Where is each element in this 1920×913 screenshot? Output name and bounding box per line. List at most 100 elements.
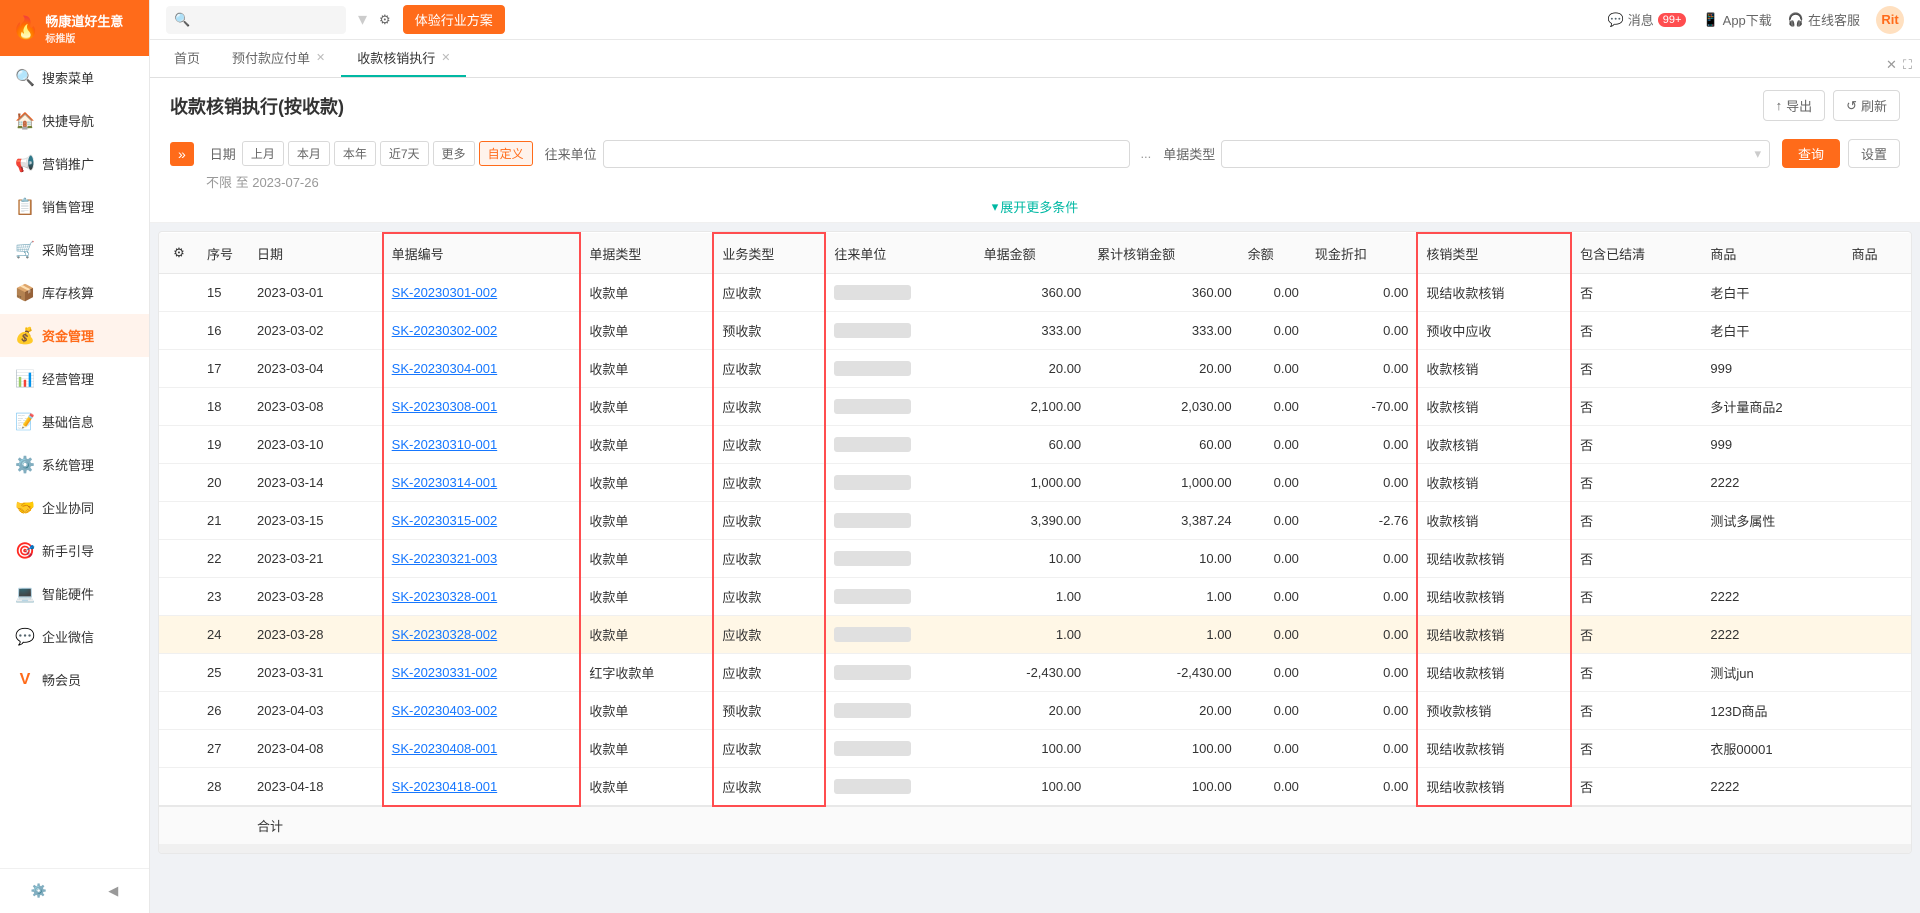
cell-doctype: 收款单 xyxy=(580,274,713,312)
sidebar-item-marketing[interactable]: 📢 营销推广 xyxy=(0,142,149,185)
date-btn-thismonth[interactable]: 本月 xyxy=(288,141,330,166)
user-avatar[interactable]: Rit xyxy=(1876,6,1904,34)
tab-writeoff[interactable]: 收款核销执行 ✕ xyxy=(341,40,466,77)
cell-cumulative: 20.00 xyxy=(1089,692,1240,730)
export-button[interactable]: ↑ 导出 xyxy=(1763,90,1826,121)
sidebar-item-fund[interactable]: 💰 资金管理 xyxy=(0,314,149,357)
gear-button[interactable]: ⚙ xyxy=(379,12,391,28)
hardware-icon: 💻 xyxy=(16,585,34,603)
col-goods: 商品 xyxy=(1702,233,1843,274)
docno-link[interactable]: SK-20230315-002 xyxy=(392,513,498,528)
docno-link[interactable]: SK-20230314-001 xyxy=(392,475,498,490)
docno-link[interactable]: SK-20230308-001 xyxy=(392,399,498,414)
search-icon: 🔍 xyxy=(16,69,34,87)
sidebar-item-guide[interactable]: 🎯 新手引导 xyxy=(0,529,149,572)
cell-canceltype: 现结收款核销 xyxy=(1417,274,1571,312)
settings-bottom-icon[interactable]: ⚙️ xyxy=(25,877,53,905)
cell-amount: 333.00 xyxy=(976,312,1090,350)
search-icon-top: 🔍 xyxy=(174,12,190,28)
data-table: ⚙ 序号 日期 单据编号 单据类型 业务类型 往来单位 单据金额 累计核销金额 … xyxy=(159,232,1911,845)
system-icon: ⚙️ xyxy=(16,456,34,474)
cell-num: 26 xyxy=(199,692,249,730)
cell-biztype: 应收款 xyxy=(713,730,825,768)
solution-button[interactable]: 体验行业方案 xyxy=(403,5,505,34)
date-btn-custom[interactable]: 自定义 xyxy=(479,141,533,166)
sidebar-item-member[interactable]: V 畅会员 xyxy=(0,658,149,701)
date-btn-thisyear[interactable]: 本年 xyxy=(334,141,376,166)
table-row: 22 2023-03-21 SK-20230321-003 收款单 应收款 ██… xyxy=(159,540,1911,578)
doctype-label: 单据类型 xyxy=(1163,144,1215,163)
cell-amount: 60.00 xyxy=(976,426,1090,464)
tab-writeoff-close[interactable]: ✕ xyxy=(441,51,450,64)
docno-link[interactable]: SK-20230418-001 xyxy=(392,779,498,794)
cell-gear xyxy=(159,654,199,692)
refresh-button[interactable]: ↺ 刷新 xyxy=(1833,90,1900,121)
sidebar-item-basic[interactable]: 📝 基础信息 xyxy=(0,400,149,443)
sidebar-item-enterprise[interactable]: 🤝 企业协同 xyxy=(0,486,149,529)
date-btn-more[interactable]: 更多 xyxy=(433,141,475,166)
tab-expand-icon[interactable]: ⛶ xyxy=(1903,57,1912,73)
cell-partner: ████ xyxy=(825,578,975,616)
tab-prepay-close[interactable]: ✕ xyxy=(316,51,325,64)
logo-sub: 标推版 xyxy=(45,30,123,45)
table-scrollbar[interactable] xyxy=(159,845,1911,853)
sidebar-item-hardware[interactable]: 💻 智能硬件 xyxy=(0,572,149,615)
partner-dots[interactable]: ... xyxy=(1140,146,1151,161)
docno-link[interactable]: SK-20230304-001 xyxy=(392,361,498,376)
docno-link[interactable]: SK-20230310-001 xyxy=(392,437,498,452)
docno-link[interactable]: SK-20230331-002 xyxy=(392,665,498,680)
sidebar-item-purchase[interactable]: 🛒 采购管理 xyxy=(0,228,149,271)
cell-amount: 3,390.00 xyxy=(976,502,1090,540)
expand-more-btn[interactable]: ▾ 展开更多条件 xyxy=(992,197,1079,216)
docno-link[interactable]: SK-20230403-002 xyxy=(392,703,498,718)
date-btn-lastmonth[interactable]: 上月 xyxy=(242,141,284,166)
sidebar-item-system[interactable]: ⚙️ 系统管理 xyxy=(0,443,149,486)
date-btn-7days[interactable]: 近7天 xyxy=(380,141,429,166)
sidebar-item-quick[interactable]: 🏠 快捷导航 xyxy=(0,99,149,142)
sidebar-label-system: 系统管理 xyxy=(42,455,94,474)
filter-expand-toggle[interactable]: » xyxy=(170,142,194,166)
cell-settled: 否 xyxy=(1571,350,1702,388)
collapse-icon[interactable]: ◀ xyxy=(102,877,124,905)
docno-link[interactable]: SK-20230301-002 xyxy=(392,285,498,300)
sidebar-label-basic: 基础信息 xyxy=(42,412,94,431)
cell-goods2 xyxy=(1844,540,1911,578)
top-header: 🔍 ▾ ⚙ 体验行业方案 💬 消息 99+ 📱 App下载 🎧 在线客服 Rit xyxy=(150,0,1920,40)
table-settings-icon[interactable]: ⚙ xyxy=(173,245,185,260)
query-button[interactable]: 查询 xyxy=(1782,139,1840,168)
sidebar-item-inventory[interactable]: 📦 库存核算 xyxy=(0,271,149,314)
sidebar-item-wechat[interactable]: 💬 企业微信 xyxy=(0,615,149,658)
docno-link[interactable]: SK-20230328-001 xyxy=(392,589,498,604)
sidebar-item-biz[interactable]: 📊 经营管理 xyxy=(0,357,149,400)
export-icon: ↑ xyxy=(1776,98,1783,113)
cell-doctype: 收款单 xyxy=(580,540,713,578)
cell-amount: 100.00 xyxy=(976,768,1090,807)
cell-biztype: 应收款 xyxy=(713,502,825,540)
filter-settings-button[interactable]: 设置 xyxy=(1848,139,1900,168)
tab-prepay[interactable]: 预付款应付单 ✕ xyxy=(216,40,341,77)
message-icon: 💬 xyxy=(1608,12,1624,28)
docno-link[interactable]: SK-20230302-002 xyxy=(392,323,498,338)
inventory-icon: 📦 xyxy=(16,284,34,302)
cell-gear xyxy=(159,350,199,388)
tab-close-all-icon[interactable]: ✕ xyxy=(1886,57,1897,73)
tab-home[interactable]: 首页 xyxy=(158,40,216,77)
cell-partner: ████ xyxy=(825,426,975,464)
partner-input[interactable] xyxy=(603,140,1131,168)
tab-writeoff-label: 收款核销执行 xyxy=(357,48,435,67)
cell-docno: SK-20230331-002 xyxy=(383,654,581,692)
docno-link[interactable]: SK-20230321-003 xyxy=(392,551,498,566)
cell-partner: ████ xyxy=(825,388,975,426)
docno-link[interactable]: SK-20230328-002 xyxy=(392,627,498,642)
sidebar-item-search[interactable]: 🔍 搜索菜单 xyxy=(0,56,149,99)
cell-settled: 否 xyxy=(1571,388,1702,426)
app-download-btn[interactable]: 📱 App下载 xyxy=(1702,10,1771,29)
docno-link[interactable]: SK-20230408-001 xyxy=(392,741,498,756)
cell-goods: 衣服00001 xyxy=(1702,730,1843,768)
sidebar-item-sales[interactable]: 📋 销售管理 xyxy=(0,185,149,228)
cell-date: 2023-03-31 xyxy=(249,654,383,692)
online-service-btn[interactable]: 🎧 在线客服 xyxy=(1788,10,1860,29)
message-area[interactable]: 💬 消息 99+ xyxy=(1608,10,1687,29)
cell-partner: ████ xyxy=(825,540,975,578)
cell-balance: 0.00 xyxy=(1240,692,1307,730)
